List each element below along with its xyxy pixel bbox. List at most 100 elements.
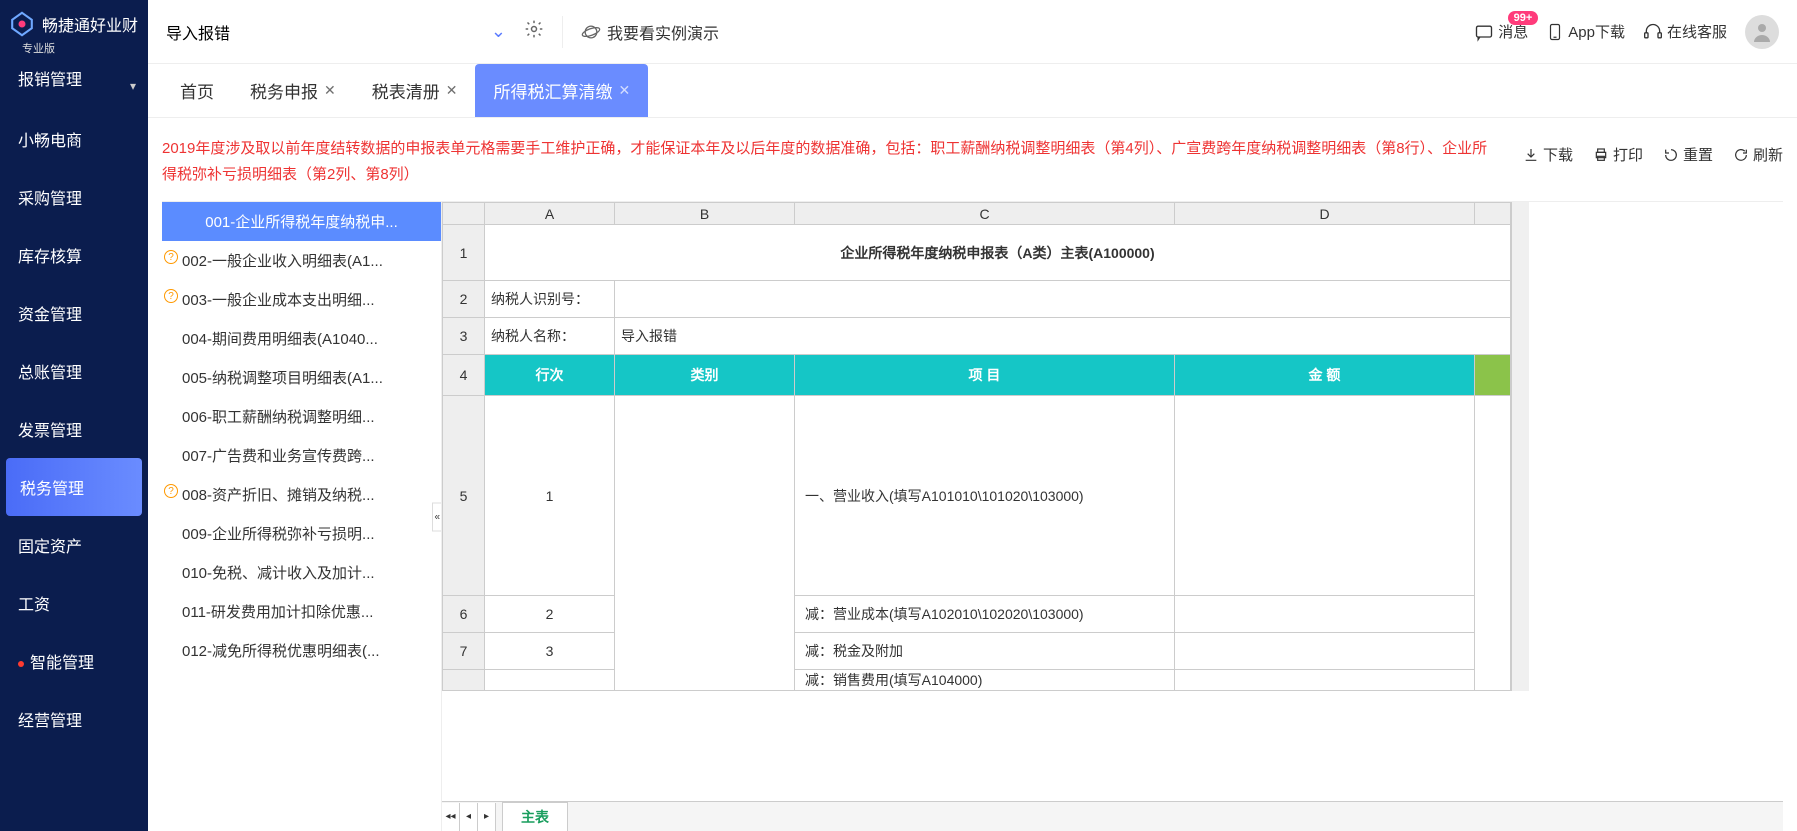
nav-item[interactable]: 采购管理 <box>0 168 148 226</box>
reset-action[interactable]: 重置 <box>1663 144 1713 165</box>
col-header-c[interactable]: C <box>795 203 1175 225</box>
nav-item[interactable]: 工资 <box>0 574 148 632</box>
sheet-tab-main[interactable]: 主表 <box>502 802 568 831</box>
nav-item[interactable]: 资金管理 <box>0 284 148 342</box>
nav-item[interactable]: 发票管理 <box>0 400 148 458</box>
nav-item[interactable]: 固定资产 <box>0 516 148 574</box>
form-list: 001-企业所得税年度纳税申...?002-一般企业收入明细表(A1...?00… <box>162 202 442 831</box>
sheet-nav-prev[interactable]: ◂ <box>460 803 478 831</box>
search-input[interactable] <box>166 17 483 47</box>
close-icon[interactable]: ✕ <box>324 82 336 99</box>
nav-item[interactable]: 库存核算 <box>0 226 148 284</box>
demo-link[interactable]: 我要看实例演示 <box>581 20 719 44</box>
sheet-nav-next[interactable]: ▸ <box>478 803 496 831</box>
close-icon[interactable]: ✕ <box>446 82 458 99</box>
message-badge: 99+ <box>1508 11 1539 25</box>
nav-item[interactable]: 小畅电商 <box>0 110 148 168</box>
cell-line-2[interactable]: 2 <box>485 596 615 633</box>
refresh-action[interactable]: 刷新 <box>1733 144 1783 165</box>
col-header-b[interactable]: B <box>615 203 795 225</box>
header-item[interactable]: 项 目 <box>795 355 1175 396</box>
nav-item[interactable]: 智能管理 <box>0 632 148 690</box>
message-button[interactable]: 消息 99+ <box>1474 21 1528 42</box>
row-header-1[interactable]: 1 <box>443 225 485 281</box>
vertical-scrollbar[interactable] <box>1511 202 1529 691</box>
tab[interactable]: 首页 <box>162 64 232 117</box>
form-list-item[interactable]: 001-企业所得税年度纳税申... <box>162 202 441 241</box>
col-header-a[interactable]: A <box>485 203 615 225</box>
row-header-7[interactable]: 7 <box>443 633 485 670</box>
cell-line-3[interactable]: 3 <box>485 633 615 670</box>
avatar[interactable] <box>1745 15 1779 49</box>
download-action[interactable]: 下载 <box>1523 144 1573 165</box>
tab-label: 税表清册 <box>372 78 440 103</box>
header-category[interactable]: 类别 <box>615 355 795 396</box>
cell-item-1[interactable]: 一、营业收入(填写A101010\101020\103000) <box>795 396 1175 596</box>
taxid-value[interactable] <box>615 281 1511 318</box>
row-header-5[interactable]: 5 <box>443 396 485 596</box>
tab[interactable]: 税务申报 ✕ <box>232 64 354 117</box>
form-list-item[interactable]: 012-减免所得税优惠明细表(... <box>162 631 441 670</box>
message-icon <box>1474 22 1494 42</box>
form-list-item[interactable]: 009-企业所得税弥补亏损明... <box>162 514 441 553</box>
logo-sub: 专业版 <box>0 40 148 62</box>
row-header-3[interactable]: 3 <box>443 318 485 355</box>
sheet-title[interactable]: 企业所得税年度纳税申报表（A类）主表(A100000) <box>485 225 1511 281</box>
nav: 报销管理▾ 小畅电商采购管理库存核算资金管理总账管理发票管理税务管理固定资产工资… <box>0 62 148 831</box>
dot-icon <box>18 661 24 667</box>
tab-label: 税务申报 <box>250 78 318 103</box>
form-list-item[interactable]: 011-研发费用加计扣除优惠... <box>162 592 441 631</box>
form-list-item[interactable]: ?003-一般企业成本支出明细... <box>162 280 441 319</box>
chevron-down-icon: ▾ <box>130 79 136 93</box>
nav-item-partial[interactable]: 报销管理▾ <box>0 62 148 110</box>
form-list-item[interactable]: ?002-一般企业收入明细表(A1... <box>162 241 441 280</box>
cell-item-3[interactable]: 减：税金及附加 <box>795 633 1175 670</box>
select-all-corner[interactable] <box>443 203 485 225</box>
taxname-value[interactable]: 导入报错 <box>615 318 1511 355</box>
logo-icon <box>8 10 36 38</box>
row-header-8[interactable] <box>443 670 485 691</box>
cell-amount-2[interactable] <box>1175 596 1475 633</box>
form-list-item[interactable]: 006-职工薪酬纳税调整明细... <box>162 397 441 436</box>
row-header-4[interactable]: 4 <box>443 355 485 396</box>
nav-item[interactable]: 税务管理 <box>6 458 142 516</box>
sheet-nav-first[interactable]: ◂◂ <box>442 803 460 831</box>
col-header-d[interactable]: D <box>1175 203 1475 225</box>
cell-line-1[interactable]: 1 <box>485 396 615 596</box>
taxname-label[interactable]: 纳税人名称： <box>485 318 615 355</box>
close-icon[interactable]: ✕ <box>618 82 630 99</box>
download-icon <box>1523 147 1539 163</box>
col-header-e[interactable] <box>1475 203 1511 225</box>
header-line[interactable]: 行次 <box>485 355 615 396</box>
nav-item[interactable]: 总账管理 <box>0 342 148 400</box>
form-list-item[interactable]: 005-纳税调整项目明细表(A1... <box>162 358 441 397</box>
form-list-item[interactable]: ?008-资产折旧、摊销及纳税... <box>162 475 441 514</box>
cell-amount-3[interactable] <box>1175 633 1475 670</box>
search-box: ⌄ <box>166 17 506 47</box>
form-list-item[interactable]: 007-广告费和业务宣传费跨... <box>162 436 441 475</box>
reset-icon <box>1663 147 1679 163</box>
taxid-label[interactable]: 纳税人识别号： <box>485 281 615 318</box>
gear-icon[interactable] <box>524 19 544 45</box>
cell-item-2[interactable]: 减：营业成本(填写A102010\102020\103000) <box>795 596 1175 633</box>
chevron-down-icon[interactable]: ⌄ <box>491 21 506 42</box>
download-button[interactable]: App下载 <box>1546 21 1625 42</box>
collapse-handle[interactable]: « <box>432 502 442 531</box>
row-header-2[interactable]: 2 <box>443 281 485 318</box>
header-amount[interactable]: 金 额 <box>1175 355 1475 396</box>
spreadsheet[interactable]: A B C D 1 企业所得税年度纳税申报表（A类）主表(A100000) <box>442 202 1783 801</box>
sidebar: 畅捷通好业财 专业版 报销管理▾ 小畅电商采购管理库存核算资金管理总账管理发票管… <box>0 0 148 831</box>
form-list-item[interactable]: 010-免税、减计收入及加计... <box>162 553 441 592</box>
notice-text: 2019年度涉及取以前年度结转数据的申报表单元格需要手工维护正确，才能保证本年及… <box>162 136 1499 187</box>
print-action[interactable]: 打印 <box>1593 144 1643 165</box>
row-header-6[interactable]: 6 <box>443 596 485 633</box>
cell-category[interactable] <box>615 396 795 691</box>
service-button[interactable]: 在线客服 <box>1643 21 1727 42</box>
tab[interactable]: 税表清册 ✕ <box>354 64 476 117</box>
nav-item[interactable]: 经营管理 <box>0 690 148 748</box>
logo: 畅捷通好业财 <box>0 0 148 40</box>
tab[interactable]: 所得税汇算清缴✕ <box>475 64 648 117</box>
cell-item-8-partial[interactable]: 减：销售费用(填写A104000) <box>795 670 1175 691</box>
cell-amount-1[interactable] <box>1175 396 1475 596</box>
form-list-item[interactable]: 004-期间费用明细表(A1040... <box>162 319 441 358</box>
